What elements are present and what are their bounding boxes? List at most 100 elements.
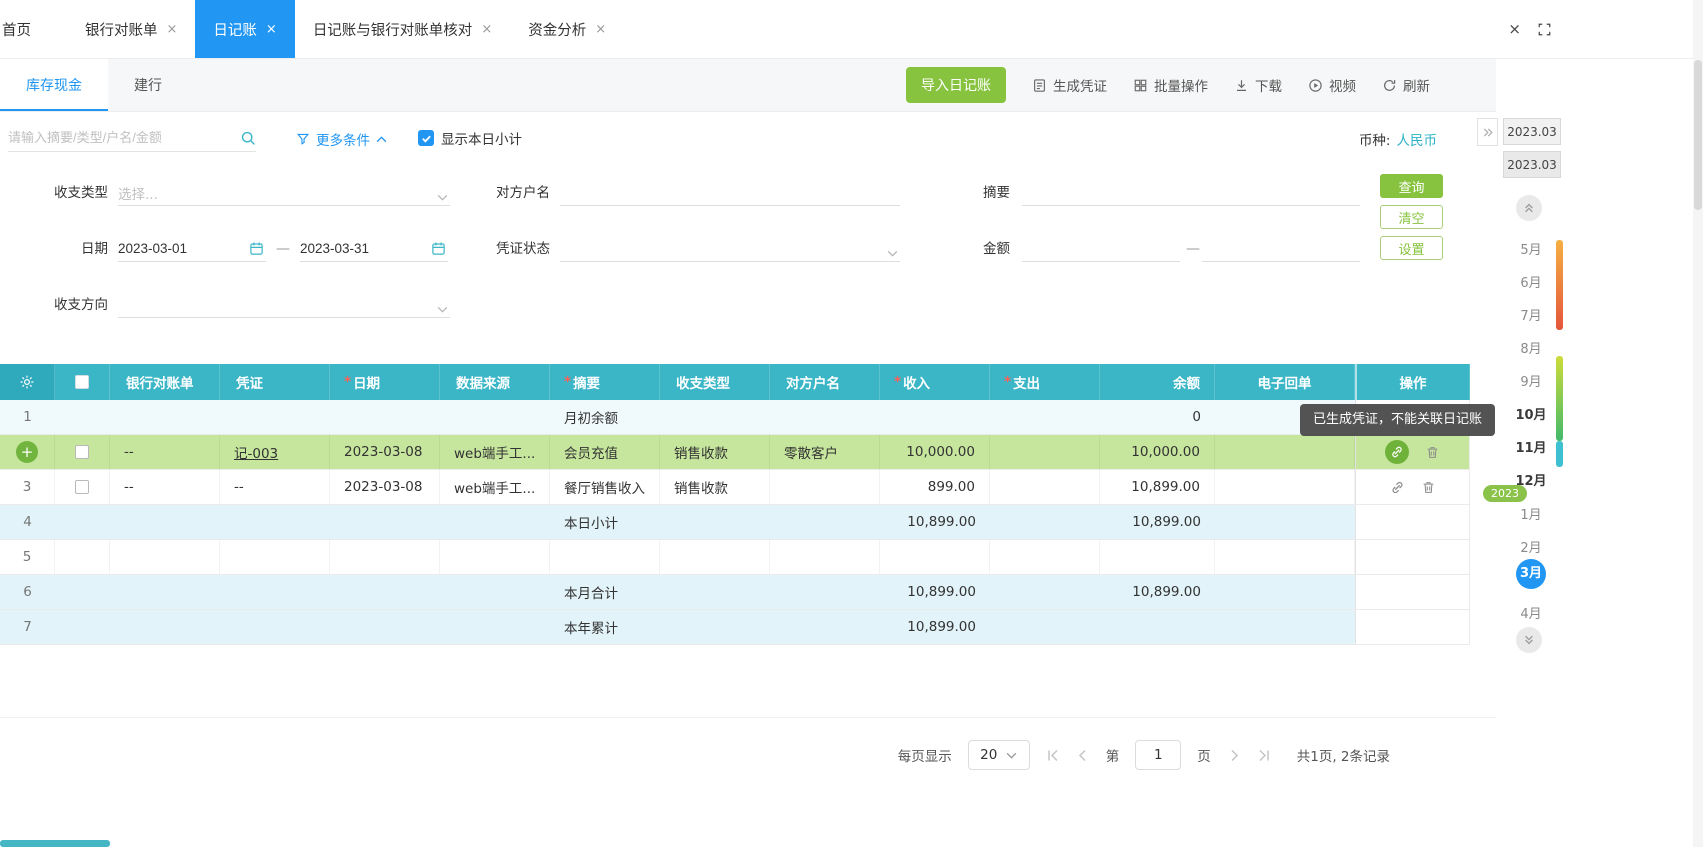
- prev-page-button[interactable]: [1076, 749, 1090, 762]
- pagination-bar: 每页显示 20 第 1 页 共1页, 2条记录: [0, 736, 1470, 774]
- table-row[interactable]: 3 -- -- 2023-03-08 web端手工... 餐厅销售收入 销售收款…: [0, 470, 1470, 505]
- type-select[interactable]: 选择...: [118, 180, 450, 206]
- tab-bank-statement[interactable]: 银行对账单 ×: [67, 0, 195, 58]
- row-checkbox[interactable]: [75, 445, 89, 459]
- date-to-input[interactable]: [300, 241, 448, 256]
- clear-button[interactable]: 清空: [1380, 205, 1443, 229]
- chevron-down-icon: [437, 189, 448, 205]
- select-all-checkbox[interactable]: [55, 364, 110, 400]
- generate-voucher-button[interactable]: 生成凭证: [1032, 75, 1107, 95]
- timeline-month[interactable]: 11月: [1497, 437, 1565, 456]
- row-number: 5: [0, 540, 55, 574]
- tab-close-icon[interactable]: ×: [266, 22, 277, 37]
- tab-journal-bank-check[interactable]: 日记账与银行对账单核对 ×: [295, 0, 510, 58]
- import-journal-button[interactable]: 导入日记账: [906, 67, 1006, 103]
- timeline-month[interactable]: 6月: [1497, 272, 1565, 291]
- direction-select[interactable]: [118, 292, 450, 318]
- per-page-select[interactable]: 20: [967, 740, 1030, 770]
- last-page-button[interactable]: [1257, 749, 1271, 762]
- balance-cell: 0: [1192, 409, 1201, 425]
- batch-operations-button[interactable]: 批量操作: [1133, 75, 1208, 95]
- timeline-month-active[interactable]: 3月: [1516, 559, 1546, 589]
- refresh-button[interactable]: 刷新: [1382, 75, 1430, 95]
- tab-home[interactable]: 首页: [0, 0, 37, 58]
- amount-max-input[interactable]: [1202, 241, 1360, 256]
- cell: [990, 435, 1100, 469]
- search-icon[interactable]: [240, 130, 256, 146]
- timeline-month[interactable]: 5月: [1497, 239, 1565, 258]
- search-input[interactable]: [8, 130, 236, 145]
- row-number: 6: [23, 584, 32, 600]
- counterparty-label: 对方户名: [496, 185, 550, 201]
- cell: [440, 610, 550, 644]
- period-timeline: 2023.03 2023.03 5月 6月 7月 8月 9月 10月 11月 1…: [1483, 115, 1565, 660]
- currency-value[interactable]: 人民币: [1397, 129, 1438, 149]
- delete-icon[interactable]: [1421, 480, 1436, 495]
- settings-button[interactable]: 设置: [1380, 236, 1443, 260]
- download-button[interactable]: 下载: [1234, 75, 1282, 95]
- vertical-scrollbar-thumb[interactable]: [1694, 60, 1702, 210]
- voucher-cell: --: [220, 470, 330, 504]
- more-conditions-toggle[interactable]: 更多条件: [296, 129, 387, 149]
- sidebar-collapse-button[interactable]: [1477, 118, 1498, 146]
- calendar-icon[interactable]: [431, 241, 446, 260]
- summary-cell: 餐厅销售收入: [550, 470, 660, 504]
- cell: [770, 470, 880, 504]
- timeline-month[interactable]: 9月: [1497, 371, 1565, 390]
- close-icon[interactable]: ×: [1508, 20, 1521, 38]
- cell: [1215, 505, 1355, 539]
- first-page-button[interactable]: [1046, 749, 1060, 762]
- period-box[interactable]: 2023.03: [1503, 151, 1561, 178]
- voucher-link[interactable]: 记-003: [234, 442, 278, 462]
- vertical-scrollbar[interactable]: [1693, 0, 1703, 847]
- timeline-month[interactable]: 4月: [1497, 603, 1565, 622]
- date-from-input[interactable]: [118, 241, 266, 256]
- table-row[interactable]: + -- 记-003 2023-03-08 web端手工... 会员充值 销售收…: [0, 435, 1470, 470]
- timeline-month[interactable]: 1月: [1497, 504, 1565, 523]
- cell: [770, 400, 880, 434]
- tab-journal[interactable]: 日记账 ×: [195, 0, 295, 58]
- scroll-up-button[interactable]: [1516, 195, 1542, 221]
- timeline-month[interactable]: 7月: [1497, 305, 1565, 324]
- link-voucher-icon[interactable]: [1390, 480, 1405, 495]
- delete-icon[interactable]: [1425, 445, 1440, 460]
- show-subtotal-checkbox[interactable]: 显示本日小计: [418, 128, 522, 148]
- calendar-icon[interactable]: [249, 241, 264, 260]
- actions-cell: [1355, 470, 1470, 504]
- add-row-button[interactable]: +: [16, 441, 38, 463]
- timeline-month[interactable]: 2月: [1497, 537, 1565, 556]
- summary-input[interactable]: [1022, 185, 1360, 200]
- cell: [660, 610, 770, 644]
- cell: [440, 540, 550, 574]
- voucher-status-select[interactable]: [560, 236, 900, 262]
- query-button[interactable]: 查询: [1380, 174, 1443, 198]
- scroll-down-button[interactable]: [1516, 627, 1542, 653]
- link-voucher-icon[interactable]: [1385, 440, 1409, 464]
- header-income: * 收入: [880, 364, 990, 400]
- counterparty-input[interactable]: [560, 185, 900, 200]
- tool-label: 刷新: [1403, 79, 1430, 95]
- amount-label: 金额: [983, 241, 1010, 257]
- page-number-input[interactable]: 1: [1135, 740, 1182, 770]
- amount-min-input[interactable]: [1022, 241, 1180, 256]
- timeline-month[interactable]: 10月: [1497, 404, 1565, 423]
- tool-label: 视频: [1329, 79, 1356, 95]
- subtab-ccb[interactable]: 建行: [108, 59, 188, 111]
- subtab-cash[interactable]: 库存现金: [0, 59, 108, 111]
- fullscreen-icon[interactable]: [1537, 22, 1552, 37]
- tab-close-icon[interactable]: ×: [167, 22, 178, 37]
- tab-close-icon[interactable]: ×: [481, 22, 492, 37]
- cell: [330, 505, 440, 539]
- tab-close-icon[interactable]: ×: [595, 22, 606, 37]
- timeline-month[interactable]: 8月: [1497, 338, 1565, 357]
- next-page-button[interactable]: [1227, 749, 1241, 762]
- subtab-label: 库存现金: [26, 78, 82, 94]
- horizontal-scrollbar-thumb[interactable]: [0, 840, 110, 847]
- period-box[interactable]: 2023.03: [1503, 118, 1561, 145]
- row-checkbox[interactable]: [75, 480, 89, 494]
- toolbar: 导入日记账 生成凭证 批量操作 下载 视频 刷新: [906, 59, 1496, 111]
- page-prefix-label: 第: [1105, 749, 1120, 765]
- video-button[interactable]: 视频: [1308, 75, 1356, 95]
- tab-fund-analysis[interactable]: 资金分析 ×: [510, 0, 624, 58]
- column-settings-button[interactable]: [0, 364, 55, 400]
